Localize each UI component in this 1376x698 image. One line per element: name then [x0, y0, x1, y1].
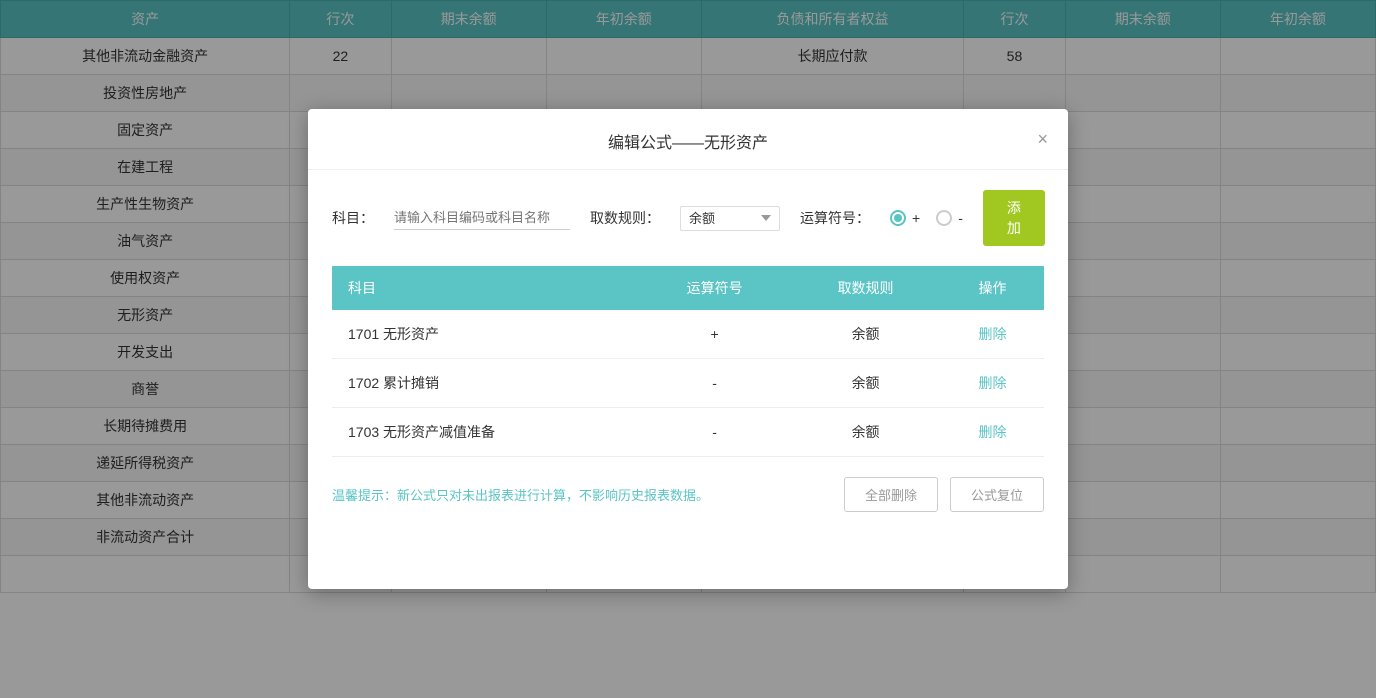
operator-plus-radio[interactable]: +	[890, 210, 920, 226]
formula-action: 删除	[941, 359, 1044, 408]
th-action: 操作	[941, 266, 1044, 310]
formula-table-row: 1702 累计摊销-余额 删除	[332, 359, 1044, 408]
modal-close-button[interactable]: ×	[1033, 126, 1052, 152]
formula-subject: 1702 累计摊销	[332, 359, 639, 408]
formula-table: 科目 运算符号 取数规则 操作 1701 无形资产+余额删除1702 累计摊销-…	[332, 266, 1044, 457]
modal-overlay: 编辑公式——无形资产 × 科目： 取数规则： 余额借方贷方借方发生额贷方发生额 …	[0, 0, 1376, 698]
operator-plus-label: +	[912, 210, 920, 226]
th-rule: 取数规则	[790, 266, 941, 310]
formula-operator: -	[639, 408, 790, 457]
subject-label: 科目：	[332, 208, 374, 228]
table-header-row: 科目 运算符号 取数规则 操作	[332, 266, 1044, 310]
delete-row-button[interactable]: 删除	[979, 375, 1007, 391]
formula-rule: 余额	[790, 359, 941, 408]
formula-table-row: 1701 无形资产+余额 删除	[332, 310, 1044, 359]
reset-formula-button[interactable]: 公式复位	[950, 477, 1044, 512]
delete-row-button[interactable]: 删除	[979, 424, 1007, 440]
th-subject: 科目	[332, 266, 639, 310]
modal-dialog: 编辑公式——无形资产 × 科目： 取数规则： 余额借方贷方借方发生额贷方发生额 …	[308, 109, 1068, 589]
th-operator: 运算符号	[639, 266, 790, 310]
operator-minus-label: -	[958, 210, 963, 226]
formula-action: 删除	[941, 408, 1044, 457]
delete-row-button[interactable]: 删除	[979, 326, 1007, 342]
formula-operator: +	[639, 310, 790, 359]
formula-subject: 1703 无形资产减值准备	[332, 408, 639, 457]
formula-subject: 1701 无形资产	[332, 310, 639, 359]
hint-text: 温馨提示：新公式只对未出报表进行计算，不影响历史报表数据。	[332, 485, 709, 504]
modal-footer: 温馨提示：新公式只对未出报表进行计算，不影响历史报表数据。 全部删除 公式复位	[308, 457, 1068, 512]
operator-plus-circle	[890, 210, 906, 226]
formula-action: 删除	[941, 310, 1044, 359]
rule-select[interactable]: 余额借方贷方借方发生额贷方发生额	[680, 206, 780, 231]
add-button[interactable]: 添加	[983, 190, 1045, 246]
operator-minus-circle	[936, 210, 952, 226]
formula-operator: -	[639, 359, 790, 408]
delete-all-button[interactable]: 全部删除	[844, 477, 938, 512]
subject-input[interactable]	[394, 206, 570, 230]
footer-buttons: 全部删除 公式复位	[844, 477, 1044, 512]
formula-rule: 余额	[790, 310, 941, 359]
modal-header: 编辑公式——无形资产 ×	[308, 109, 1068, 170]
operator-radio-group: + -	[890, 210, 963, 226]
form-row: 科目： 取数规则： 余额借方贷方借方发生额贷方发生额 运算符号： + - 添加	[308, 170, 1068, 266]
rule-label: 取数规则：	[590, 208, 660, 228]
formula-table-row: 1703 无形资产减值准备-余额 删除	[332, 408, 1044, 457]
modal-title: 编辑公式——无形资产	[608, 129, 768, 153]
operator-label: 运算符号：	[800, 208, 870, 228]
operator-minus-radio[interactable]: -	[936, 210, 963, 226]
formula-rule: 余额	[790, 408, 941, 457]
